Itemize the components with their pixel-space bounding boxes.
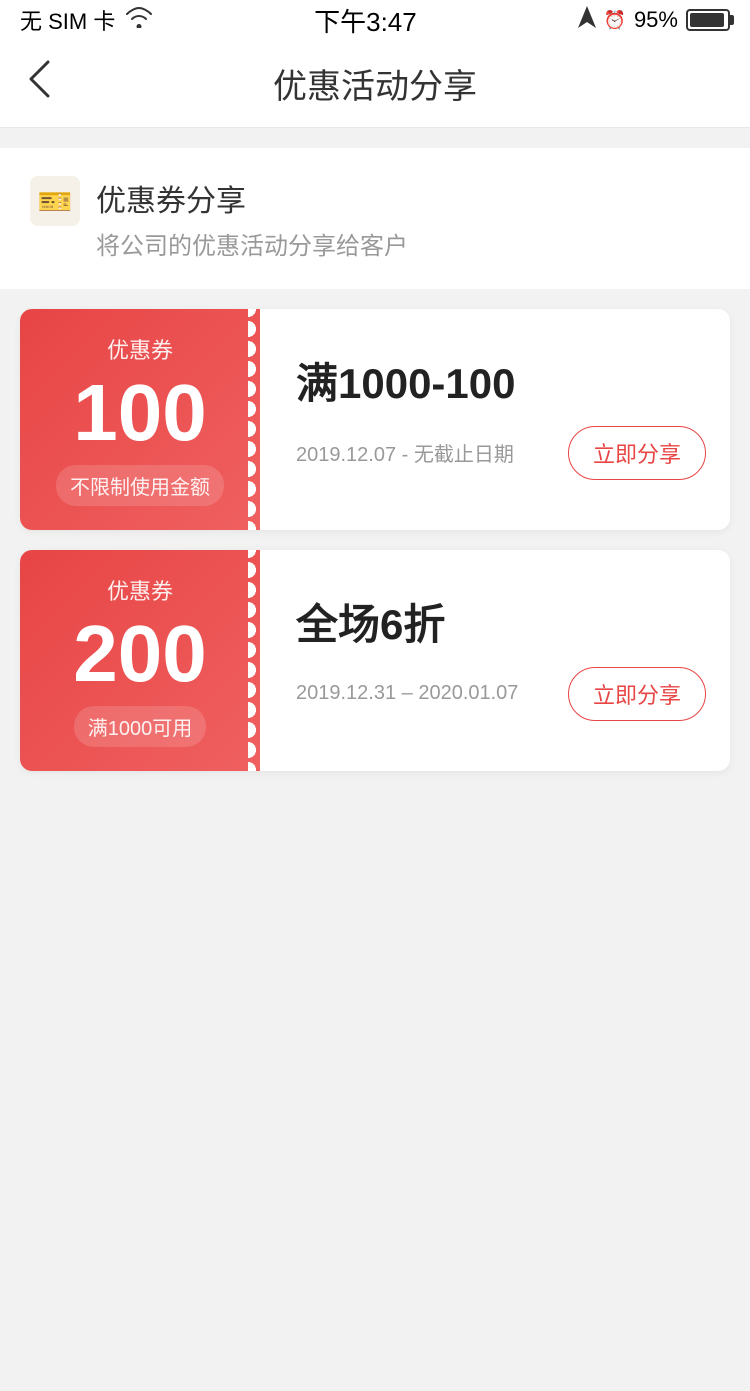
nav-bar: 优惠活动分享 (0, 40, 750, 128)
battery-icon (686, 9, 730, 31)
coupon-name-2: 全场6折 (296, 600, 706, 650)
coupon-date-1: 2019.12.07 - 无截止日期 (296, 438, 556, 467)
section-gap-top (0, 128, 750, 148)
coupon-footer-1: 2019.12.07 - 无截止日期 立即分享 (296, 426, 706, 480)
bottom-area (0, 791, 750, 1391)
share-button-1[interactable]: 立即分享 (568, 426, 706, 480)
coupon-footer-2: 2019.12.31 – 2020.01.07 立即分享 (296, 667, 706, 721)
status-right: ⏰ 95% (578, 6, 730, 34)
section-header: 🎫 优惠券分享 将公司的优惠活动分享给客户 (0, 148, 750, 289)
wifi-icon (125, 6, 153, 34)
coupon-card-1: 优惠券 100 不限制使用金额 满1000-100 2019.12.07 - 无… (20, 309, 730, 530)
coupon-type-2: 优惠券 (107, 574, 173, 606)
coupon-right-2: 全场6折 2019.12.31 – 2020.01.07 立即分享 (260, 550, 730, 771)
coupon-name-1: 满1000-100 (296, 359, 706, 409)
section-icon: 🎫 (30, 176, 80, 226)
coupon-right-1: 满1000-100 2019.12.07 - 无截止日期 立即分享 (260, 309, 730, 530)
coupon-amount-2: 200 (73, 614, 206, 694)
location-icon (578, 6, 596, 34)
coupon-amount-1: 100 (73, 373, 206, 453)
coupon-list: 优惠券 100 不限制使用金额 满1000-100 2019.12.07 - 无… (0, 289, 750, 791)
status-left: 无 SIM 卡 (20, 4, 153, 36)
battery-fill (690, 13, 724, 27)
section-subtitle: 将公司的优惠活动分享给客户 (96, 226, 408, 261)
coupon-type-1: 优惠券 (107, 333, 173, 365)
page-title: 优惠活动分享 (273, 59, 477, 108)
coupon-left-1: 优惠券 100 不限制使用金额 (20, 309, 260, 530)
status-time: 下午3:47 (314, 2, 417, 39)
coupon-card-2: 优惠券 200 满1000可用 全场6折 2019.12.31 – 2020.0… (20, 550, 730, 771)
battery-percentage: 95% (634, 7, 678, 33)
status-bar: 无 SIM 卡 下午3:47 ⏰ 95% (0, 0, 750, 40)
carrier-text: 无 SIM 卡 (20, 4, 115, 36)
section-title: 优惠券分享 (96, 176, 408, 220)
coupon-condition-2: 满1000可用 (74, 706, 207, 747)
coupon-left-2: 优惠券 200 满1000可用 (20, 550, 260, 771)
section-text: 优惠券分享 将公司的优惠活动分享给客户 (96, 176, 408, 261)
back-button[interactable] (28, 60, 50, 107)
share-button-2[interactable]: 立即分享 (568, 667, 706, 721)
coupon-date-2: 2019.12.31 – 2020.01.07 (296, 682, 556, 705)
alarm-icon: ⏰ (604, 10, 626, 31)
coupon-condition-1: 不限制使用金额 (56, 465, 224, 506)
